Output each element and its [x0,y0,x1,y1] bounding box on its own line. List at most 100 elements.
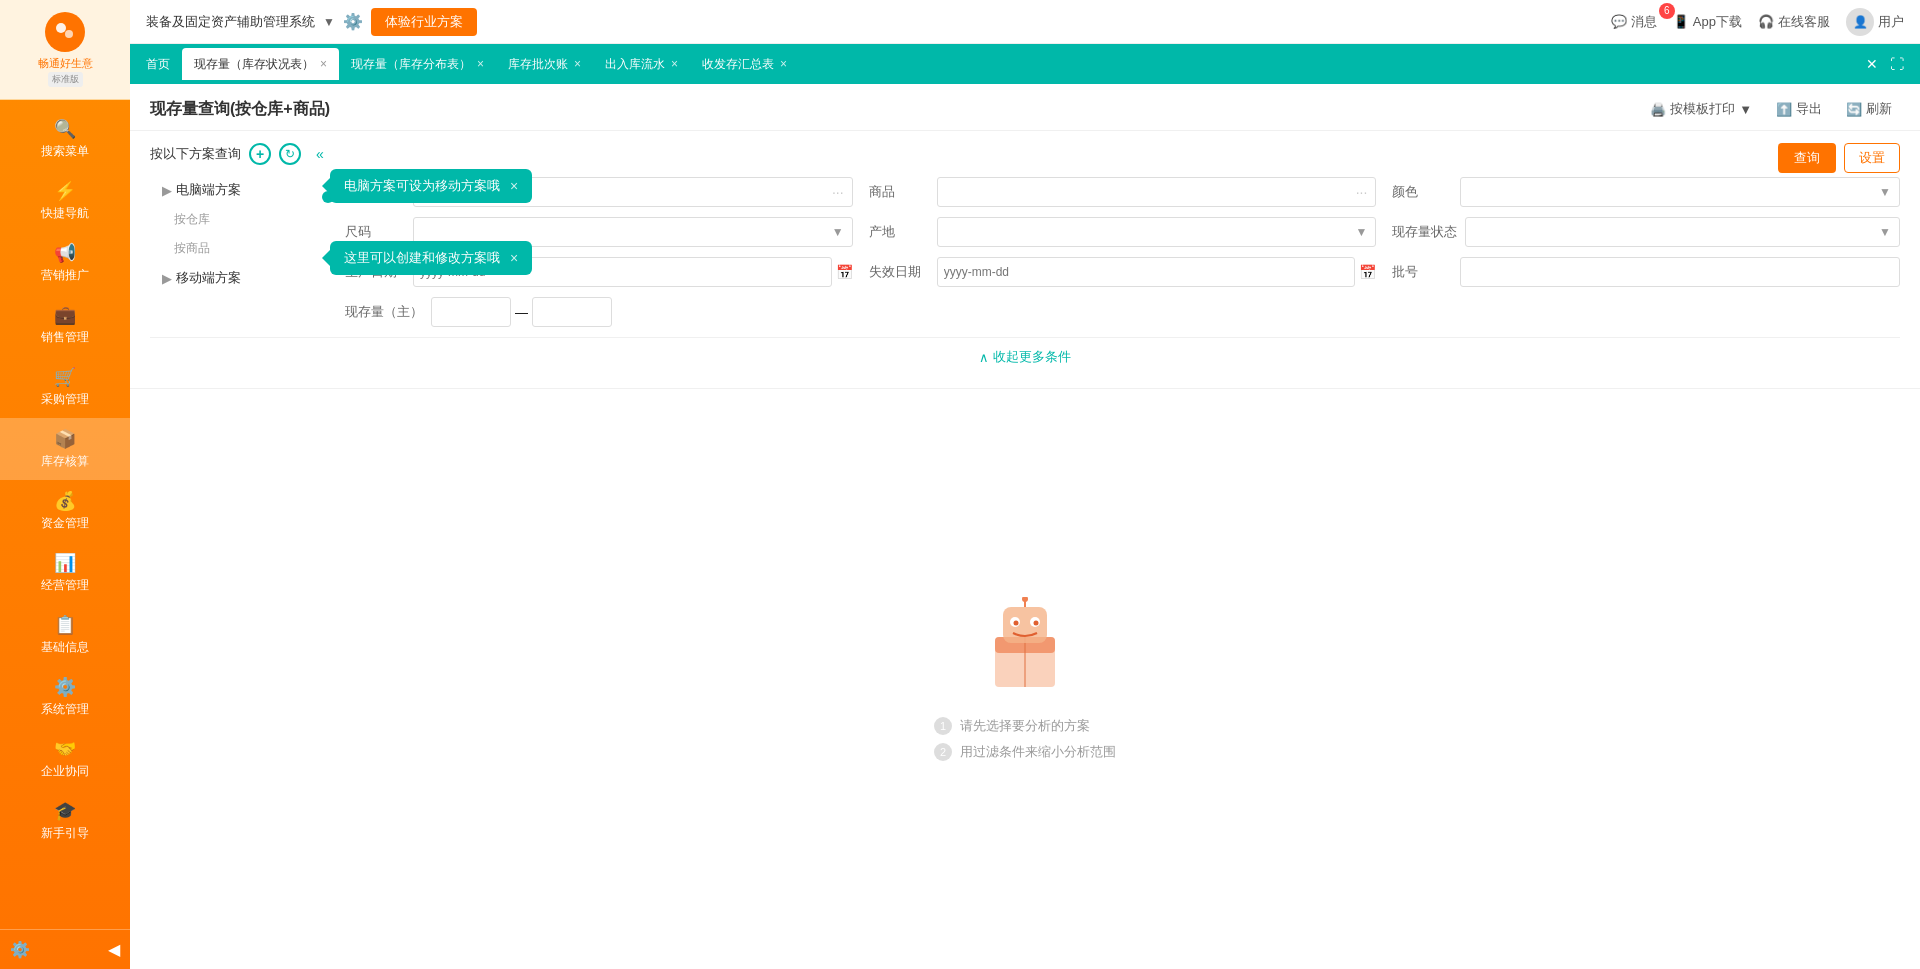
sidebar-item-sales[interactable]: 💼 销售管理 [0,294,130,356]
sales-icon: 💼 [54,304,76,326]
tab-inventory-status[interactable]: 现存量（库存状况表） × [182,48,339,80]
app-download-item[interactable]: 📱 App下载 [1673,13,1742,31]
empty-step-2: 2 用过滤条件来缩小分析范围 [934,743,1116,761]
sidebar-item-operations[interactable]: 📊 经营管理 [0,542,130,604]
user-label: 用户 [1878,13,1904,31]
tab-inventory-status-close[interactable]: × [320,57,327,71]
filter-label: 按以下方案查询 [150,145,241,163]
sidebar-item-finance[interactable]: 💰 资金管理 [0,480,130,542]
refresh-button[interactable]: 🔄 刷新 [1838,96,1900,122]
sidebar-item-label-guide: 新手引导 [41,825,89,842]
sidebar-item-guide[interactable]: 🎓 新手引导 [0,790,130,852]
filter-dots-warehouse: ··· [832,184,844,200]
size-dropdown-icon: ▼ [832,225,844,239]
sidebar-item-basics[interactable]: 📋 基础信息 [0,604,130,666]
tab-close-all-icon[interactable]: ✕ [1862,54,1882,74]
tab-fullscreen-icon[interactable]: ⛶ [1886,54,1908,74]
tab-inout-flow[interactable]: 出入库流水 × [593,48,690,80]
filter-header: 按以下方案查询 + ↻ « [150,143,1900,165]
tab-summary-close[interactable]: × [780,57,787,71]
guide-icon: 🎓 [54,800,76,822]
sidebar-item-enterprise[interactable]: 🤝 企业协同 [0,728,130,790]
production-calendar-icon[interactable]: 📅 [836,264,853,280]
sidebar-item-system[interactable]: ⚙️ 系统管理 [0,666,130,728]
sidebar-item-search[interactable]: 🔍 搜索菜单 [0,108,130,170]
stock-main-to[interactable] [532,297,612,327]
scheme-mobile-arrow: ▶ [162,271,172,286]
online-support-icon: 🎧 [1758,14,1774,29]
tooltip-close-1[interactable]: × [510,178,518,194]
settings-button[interactable]: 设置 [1844,143,1900,173]
sidebar-item-nav[interactable]: ⚡ 快捷导航 [0,170,130,232]
sidebar-item-marketing[interactable]: 📢 营销推广 [0,232,130,294]
collapse-bar[interactable]: ∧ 收起更多条件 [150,337,1900,376]
tooltip-container-2: 这里可以创建和修改方案哦 × [330,241,532,275]
tab-batch-account[interactable]: 库存批次账 × [496,48,593,80]
filter-area: 按以下方案查询 + ↻ « ▶ 电脑端方案 按仓库 按商品 [130,131,1920,389]
scheme-desktop-subitem2[interactable]: 按商品 [162,234,330,263]
batch-input[interactable] [1460,257,1900,287]
tab-inventory-status-label: 现存量（库存状况表） [194,56,314,73]
user-item[interactable]: 👤 用户 [1846,8,1904,36]
color-select[interactable]: ▼ [1460,177,1900,207]
size-label: 尺码 [345,223,405,241]
goods-select[interactable]: ··· [937,177,1377,207]
print-button[interactable]: 🖨️ 按模板打印 ▼ [1642,96,1760,122]
inventory-icon: 📦 [54,428,76,450]
tab-bar-actions: ✕ ⛶ [1862,54,1916,74]
expiry-date-input[interactable] [937,257,1356,287]
operations-icon: 📊 [54,552,76,574]
sidebar: 畅通好生意 标准版 🔍 搜索菜单 ⚡ 快捷导航 📢 营销推广 💼 销售管理 🛒 … [0,0,130,969]
filter-field-color: 颜色 ▼ [1392,177,1900,207]
sidebar-logo: 畅通好生意 标准版 [0,0,130,100]
export-button[interactable]: ⬆️ 导出 [1768,96,1830,122]
tab-inout-flow-label: 出入库流水 [605,56,665,73]
system-dropdown-icon[interactable]: ▼ [323,15,335,29]
page-actions: 🖨️ 按模板打印 ▼ ⬆️ 导出 🔄 刷新 [1642,96,1900,122]
filter-row-2: 尺码 ▼ 产地 ▼ 现存量状态 [345,217,1900,247]
tab-inventory-distribution-close[interactable]: × [477,57,484,71]
header-settings-icon[interactable]: ⚙️ [343,12,363,31]
online-support-item[interactable]: 🎧 在线客服 [1758,13,1830,31]
sidebar-footer: ⚙️ ◀ [0,929,130,969]
settings-footer-icon[interactable]: ⚙️ [10,940,30,959]
page-area: 现存量查询(按仓库+商品) 🖨️ 按模板打印 ▼ ⬆️ 导出 🔄 刷新 [130,84,1920,969]
filter-refresh-button[interactable]: ↻ [279,143,301,165]
scheme-panel: ▶ 电脑端方案 按仓库 按商品 ▶ 移动端方案 [150,175,330,293]
expiry-calendar-icon[interactable]: 📅 [1359,264,1376,280]
export-label: 导出 [1796,100,1822,118]
stock-main-from[interactable] [431,297,511,327]
origin-dropdown-icon: ▼ [1355,225,1367,239]
scheme-desktop-item[interactable]: ▶ 电脑端方案 [150,175,330,205]
tab-inventory-distribution[interactable]: 现存量（库存分布表） × [339,48,496,80]
messages-item[interactable]: 💬 消息 6 [1611,13,1657,31]
logo-text: 畅通好生意 [38,56,93,70]
tooltip-close-2[interactable]: × [510,250,518,266]
stock-status-select[interactable]: ▼ [1465,217,1900,247]
svg-point-11 [1022,597,1028,602]
filter-back-button[interactable]: « [309,143,331,165]
origin-select[interactable]: ▼ [937,217,1377,247]
query-button[interactable]: 查询 [1778,143,1836,173]
trial-button[interactable]: 体验行业方案 [371,8,477,36]
tab-batch-account-close[interactable]: × [574,57,581,71]
collapse-sidebar-icon[interactable]: ◀ [108,940,120,959]
tab-summary[interactable]: 收发存汇总表 × [690,48,799,80]
enterprise-icon: 🤝 [54,738,76,760]
svg-point-9 [1034,621,1039,626]
goods-label: 商品 [869,183,929,201]
collapse-up-icon: ∧ [979,350,989,365]
sidebar-item-label-basics: 基础信息 [41,639,89,656]
stock-main-range: — [431,297,612,327]
scheme-desktop-sublabel: 按仓库 [174,211,210,228]
scheme-mobile-item[interactable]: ▶ 移动端方案 [150,263,330,293]
tab-home[interactable]: 首页 [134,48,182,80]
empty-step-1: 1 请先选择要分析的方案 [934,717,1116,735]
scheme-desktop-subitem[interactable]: 按仓库 [162,205,330,234]
empty-state: 1 请先选择要分析的方案 2 用过滤条件来缩小分析范围 [130,389,1920,969]
sidebar-item-purchase[interactable]: 🛒 采购管理 [0,356,130,418]
batch-label: 批号 [1392,263,1452,281]
sidebar-item-inventory[interactable]: 📦 库存核算 [0,418,130,480]
filter-add-button[interactable]: + [249,143,271,165]
tab-inout-flow-close[interactable]: × [671,57,678,71]
